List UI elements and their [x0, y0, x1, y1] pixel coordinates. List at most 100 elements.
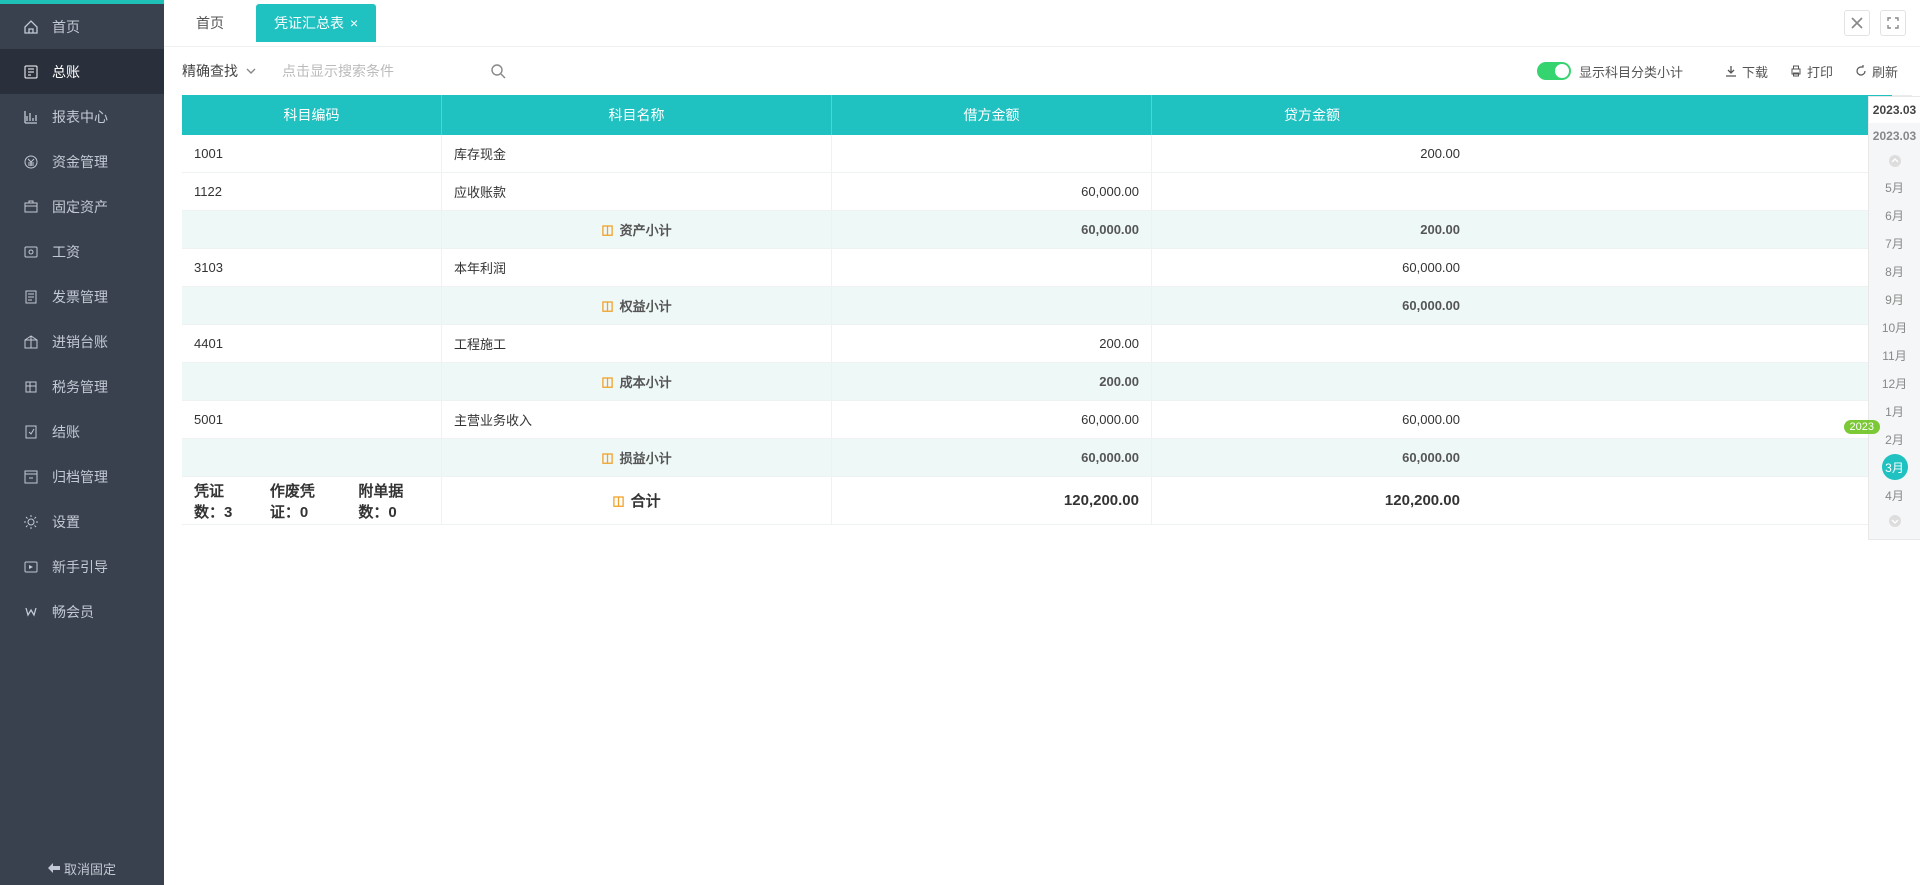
month-option[interactable]: 8月	[1882, 257, 1908, 285]
month-option[interactable]: 4月	[1882, 481, 1908, 509]
month-option[interactable]: 1月	[1882, 397, 1908, 425]
period-from[interactable]: 2023.03	[1869, 97, 1920, 123]
table: 科目编码 科目名称 借方金额 贷方金额 1001库存现金200.001122应收…	[164, 95, 1920, 525]
year-badge: 2023	[1844, 420, 1880, 434]
close-button[interactable]	[1844, 10, 1870, 36]
tab[interactable]: 首页	[178, 4, 242, 42]
subtotal-label: ◫损益小计	[442, 439, 832, 476]
subtotal-label: ◫权益小计	[442, 287, 832, 324]
sidebar-item-ledger[interactable]: 总账	[0, 49, 164, 94]
month-up[interactable]	[1869, 149, 1920, 173]
cell-debit	[832, 135, 1152, 172]
table-row[interactable]: 3103本年利润60,000.00	[182, 249, 1902, 287]
print-button[interactable]: 打印	[1786, 62, 1837, 81]
sidebar-item-label: 首页	[52, 17, 80, 37]
month-option[interactable]: 6月	[1882, 201, 1908, 229]
month-option[interactable]: 9月	[1882, 285, 1908, 313]
month-option[interactable]: 10月	[1882, 313, 1908, 341]
month-picker: 2023.03 2023.03 5月6月7月8月9月10月11月12月1月2月3…	[1868, 96, 1920, 540]
subtotal-debit: 200.00	[832, 363, 1152, 400]
sidebar-unpin[interactable]: 取消固定	[0, 851, 164, 885]
subtotal-debit: 60,000.00	[832, 211, 1152, 248]
sidebar-item-label: 设置	[52, 512, 80, 532]
sidebar-item-money[interactable]: 资金管理	[0, 139, 164, 184]
home-icon	[22, 18, 40, 36]
settings-icon	[22, 513, 40, 531]
month-option[interactable]: 2月	[1882, 425, 1908, 453]
sidebar-item-guide[interactable]: 新手引导	[0, 544, 164, 589]
cell-code: 5001	[182, 401, 442, 438]
month-option[interactable]: 3月	[1882, 454, 1908, 480]
subtotal-icon: ◫	[601, 222, 613, 238]
sidebar-item-home[interactable]: 首页	[0, 4, 164, 49]
sidebar-item-inventory[interactable]: 进销台账	[0, 319, 164, 364]
sidebar-item-label: 税务管理	[52, 377, 108, 397]
cell-code: 3103	[182, 249, 442, 286]
sidebar-item-settings[interactable]: 设置	[0, 499, 164, 544]
month-option[interactable]: 12月	[1882, 369, 1908, 397]
sidebar-item-archive[interactable]: 归档管理	[0, 454, 164, 499]
table-row[interactable]: 1122应收账款60,000.00	[182, 173, 1902, 211]
vip-icon	[22, 603, 40, 621]
subtotal-credit: 200.00	[1152, 211, 1472, 248]
sidebar-item-label: 资金管理	[52, 152, 108, 172]
download-icon	[1725, 65, 1737, 77]
sidebar-item-salary[interactable]: 工资	[0, 229, 164, 274]
download-button[interactable]: 下载	[1721, 62, 1772, 81]
sidebar-item-asset[interactable]: 固定资产	[0, 184, 164, 229]
search-button[interactable]	[484, 57, 512, 85]
cell-name: 工程施工	[442, 325, 832, 362]
show-subtotal-toggle[interactable]	[1537, 62, 1571, 80]
table-row[interactable]: 5001主营业务收入60,000.0060,000.00	[182, 401, 1902, 439]
sidebar-item-label: 总账	[52, 62, 80, 82]
close-icon	[22, 423, 40, 441]
money-icon	[22, 153, 40, 171]
sidebar-item-tax[interactable]: 税务管理	[0, 364, 164, 409]
subtotal-credit: 60,000.00	[1152, 287, 1472, 324]
cell-name: 库存现金	[442, 135, 832, 172]
sidebar: 首页总账报表中心资金管理固定资产工资发票管理进销台账税务管理结账归档管理设置新手…	[0, 0, 164, 885]
col-name: 科目名称	[442, 95, 832, 135]
sidebar-item-invoice[interactable]: 发票管理	[0, 274, 164, 319]
cell-debit	[832, 249, 1152, 286]
table-row[interactable]: 4401工程施工200.00	[182, 325, 1902, 363]
month-option[interactable]: 5月	[1882, 173, 1908, 201]
total-credit: 120,200.00	[1152, 477, 1472, 524]
tab-label: 凭证汇总表	[274, 13, 344, 33]
tabbar: 首页 凭证汇总表 ×	[164, 0, 1920, 47]
col-debit: 借方金额	[832, 95, 1152, 135]
salary-icon	[22, 243, 40, 261]
subtotal-credit: 60,000.00	[1152, 439, 1472, 476]
subtotal-label: ◫资产小计	[442, 211, 832, 248]
sidebar-unpin-label: 取消固定	[64, 859, 116, 878]
sidebar-item-close[interactable]: 结账	[0, 409, 164, 454]
month-option[interactable]: 7月	[1882, 229, 1908, 257]
period-to[interactable]: 2023.03	[1869, 123, 1920, 149]
cell-code: 1001	[182, 135, 442, 172]
table-row[interactable]: 1001库存现金200.00	[182, 135, 1902, 173]
refresh-icon	[1855, 65, 1867, 77]
cell-credit: 60,000.00	[1152, 249, 1472, 286]
sidebar-item-chart[interactable]: 报表中心	[0, 94, 164, 139]
col-code: 科目编码	[182, 95, 442, 135]
archive-icon	[22, 468, 40, 486]
refresh-button[interactable]: 刷新	[1851, 62, 1902, 81]
total-row: 凭证数：3 作废凭证：0 附单据数：0 ◫ 合计 120,200.00 120,…	[182, 477, 1902, 525]
month-down[interactable]	[1869, 509, 1920, 533]
tab[interactable]: 凭证汇总表 ×	[256, 4, 376, 42]
toggle-label: 显示科目分类小计	[1579, 62, 1683, 81]
cell-code: 1122	[182, 173, 442, 210]
col-credit: 贷方金额	[1152, 95, 1472, 135]
total-icon: ◫	[612, 493, 624, 509]
chevron-down-icon	[246, 68, 256, 74]
search-input[interactable]	[280, 57, 470, 86]
sidebar-item-vip[interactable]: 畅会员	[0, 589, 164, 634]
guide-icon	[22, 558, 40, 576]
total-left-info: 凭证数：3 作废凭证：0 附单据数：0	[182, 477, 442, 524]
inventory-icon	[22, 333, 40, 351]
tab-close-icon[interactable]: ×	[350, 15, 358, 31]
month-option[interactable]: 11月	[1882, 341, 1908, 369]
expand-button[interactable]	[1880, 10, 1906, 36]
tab-label: 首页	[196, 13, 224, 33]
search-mode-select[interactable]: 精确查找	[182, 61, 266, 81]
